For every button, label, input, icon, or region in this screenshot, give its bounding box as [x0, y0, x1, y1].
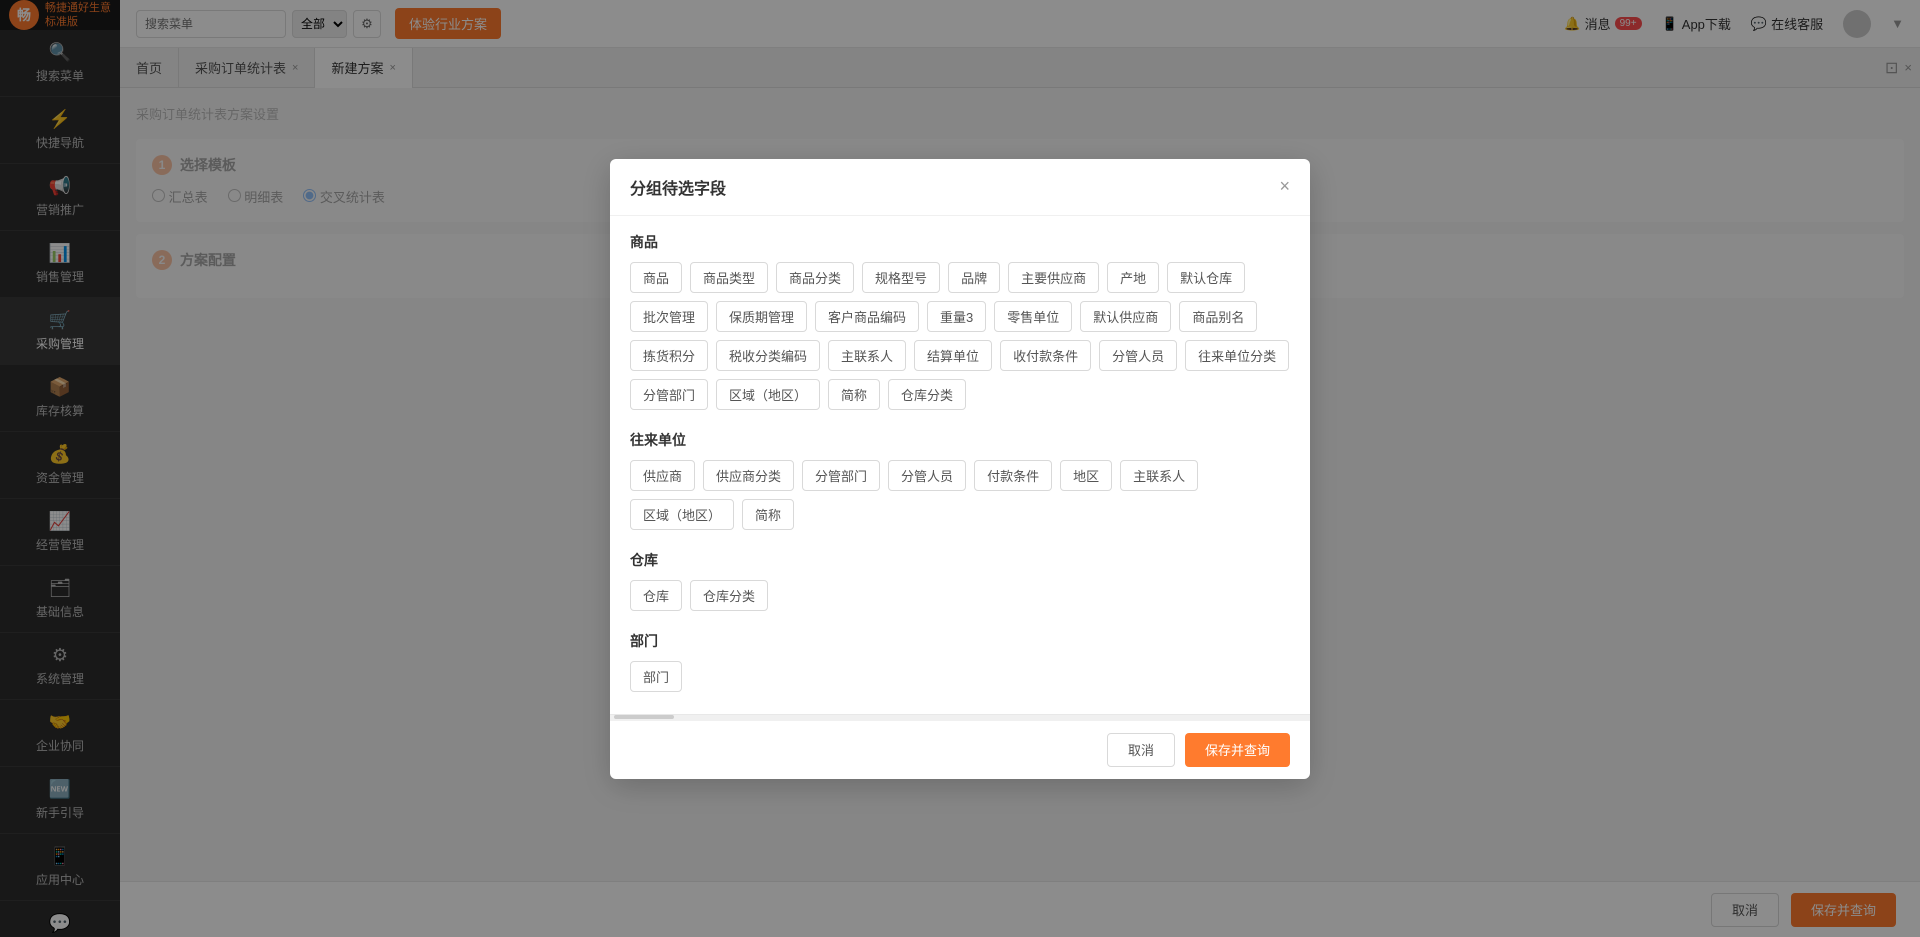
field-tag[interactable]: 仓库分类	[690, 580, 768, 611]
field-tag[interactable]: 规格型号	[862, 262, 940, 293]
field-tag[interactable]: 重量3	[927, 301, 986, 332]
field-tag[interactable]: 主联系人	[1120, 460, 1198, 491]
category-warehouse-title: 仓库	[630, 550, 1290, 570]
category-dept: 部门 部门	[630, 631, 1290, 692]
field-tag[interactable]: 仓库分类	[888, 379, 966, 410]
category-warehouse: 仓库 仓库 仓库分类	[630, 550, 1290, 611]
field-tag[interactable]: 主联系人	[828, 340, 906, 371]
field-select-modal: 分组待选字段 × 商品 商品 商品类型 商品分类 规格型号 品牌 主要供应商 产…	[610, 159, 1310, 779]
field-tag[interactable]: 默认供应商	[1080, 301, 1171, 332]
modal-confirm-button[interactable]: 保存并查询	[1185, 733, 1290, 767]
category-partner-title: 往来单位	[630, 430, 1290, 450]
modal-header: 分组待选字段 ×	[610, 159, 1310, 216]
field-tag[interactable]: 拣货积分	[630, 340, 708, 371]
modal-footer: 取消 保存并查询	[610, 720, 1310, 779]
field-tag[interactable]: 税收分类编码	[716, 340, 820, 371]
modal-title: 分组待选字段	[630, 175, 726, 199]
warehouse-fields: 仓库 仓库分类	[630, 580, 1290, 611]
field-tag[interactable]: 默认仓库	[1167, 262, 1245, 293]
field-tag[interactable]: 付款条件	[974, 460, 1052, 491]
category-goods-title: 商品	[630, 232, 1290, 252]
field-tag[interactable]: 往来单位分类	[1185, 340, 1289, 371]
category-goods: 商品 商品 商品类型 商品分类 规格型号 品牌 主要供应商 产地 默认仓库 批次…	[630, 232, 1290, 410]
field-tag[interactable]: 供应商	[630, 460, 695, 491]
field-tag[interactable]: 商品类型	[690, 262, 768, 293]
field-tag[interactable]: 客户商品编码	[815, 301, 919, 332]
field-tag[interactable]: 简称	[828, 379, 880, 410]
field-tag[interactable]: 分管人员	[888, 460, 966, 491]
field-tag[interactable]: 批次管理	[630, 301, 708, 332]
field-tag[interactable]: 商品别名	[1179, 301, 1257, 332]
field-tag[interactable]: 区域（地区）	[716, 379, 820, 410]
goods-fields: 商品 商品类型 商品分类 规格型号 品牌 主要供应商 产地 默认仓库 批次管理 …	[630, 262, 1290, 410]
category-partner: 往来单位 供应商 供应商分类 分管部门 分管人员 付款条件 地区 主联系人 区域…	[630, 430, 1290, 530]
modal-body: 商品 商品 商品类型 商品分类 规格型号 品牌 主要供应商 产地 默认仓库 批次…	[610, 216, 1310, 714]
modal-cancel-button[interactable]: 取消	[1107, 733, 1175, 767]
field-tag[interactable]: 商品分类	[776, 262, 854, 293]
field-tag[interactable]: 收付款条件	[1000, 340, 1091, 371]
modal-overlay: 分组待选字段 × 商品 商品 商品类型 商品分类 规格型号 品牌 主要供应商 产…	[0, 0, 1920, 937]
field-tag[interactable]: 保质期管理	[716, 301, 807, 332]
field-tag[interactable]: 区域（地区）	[630, 499, 734, 530]
field-tag[interactable]: 零售单位	[994, 301, 1072, 332]
field-tag[interactable]: 结算单位	[914, 340, 992, 371]
partner-fields: 供应商 供应商分类 分管部门 分管人员 付款条件 地区 主联系人 区域（地区） …	[630, 460, 1290, 530]
category-dept-title: 部门	[630, 631, 1290, 651]
field-tag[interactable]: 品牌	[948, 262, 1000, 293]
field-tag[interactable]: 供应商分类	[703, 460, 794, 491]
field-tag[interactable]: 简称	[742, 499, 794, 530]
field-tag[interactable]: 仓库	[630, 580, 682, 611]
dept-fields: 部门	[630, 661, 1290, 692]
modal-close-button[interactable]: ×	[1279, 176, 1290, 197]
field-tag[interactable]: 部门	[630, 661, 682, 692]
field-tag[interactable]: 分管部门	[630, 379, 708, 410]
field-tag[interactable]: 主要供应商	[1008, 262, 1099, 293]
field-tag[interactable]: 分管部门	[802, 460, 880, 491]
field-tag[interactable]: 产地	[1107, 262, 1159, 293]
field-tag[interactable]: 地区	[1060, 460, 1112, 491]
field-tag[interactable]: 商品	[630, 262, 682, 293]
field-tag[interactable]: 分管人员	[1099, 340, 1177, 371]
